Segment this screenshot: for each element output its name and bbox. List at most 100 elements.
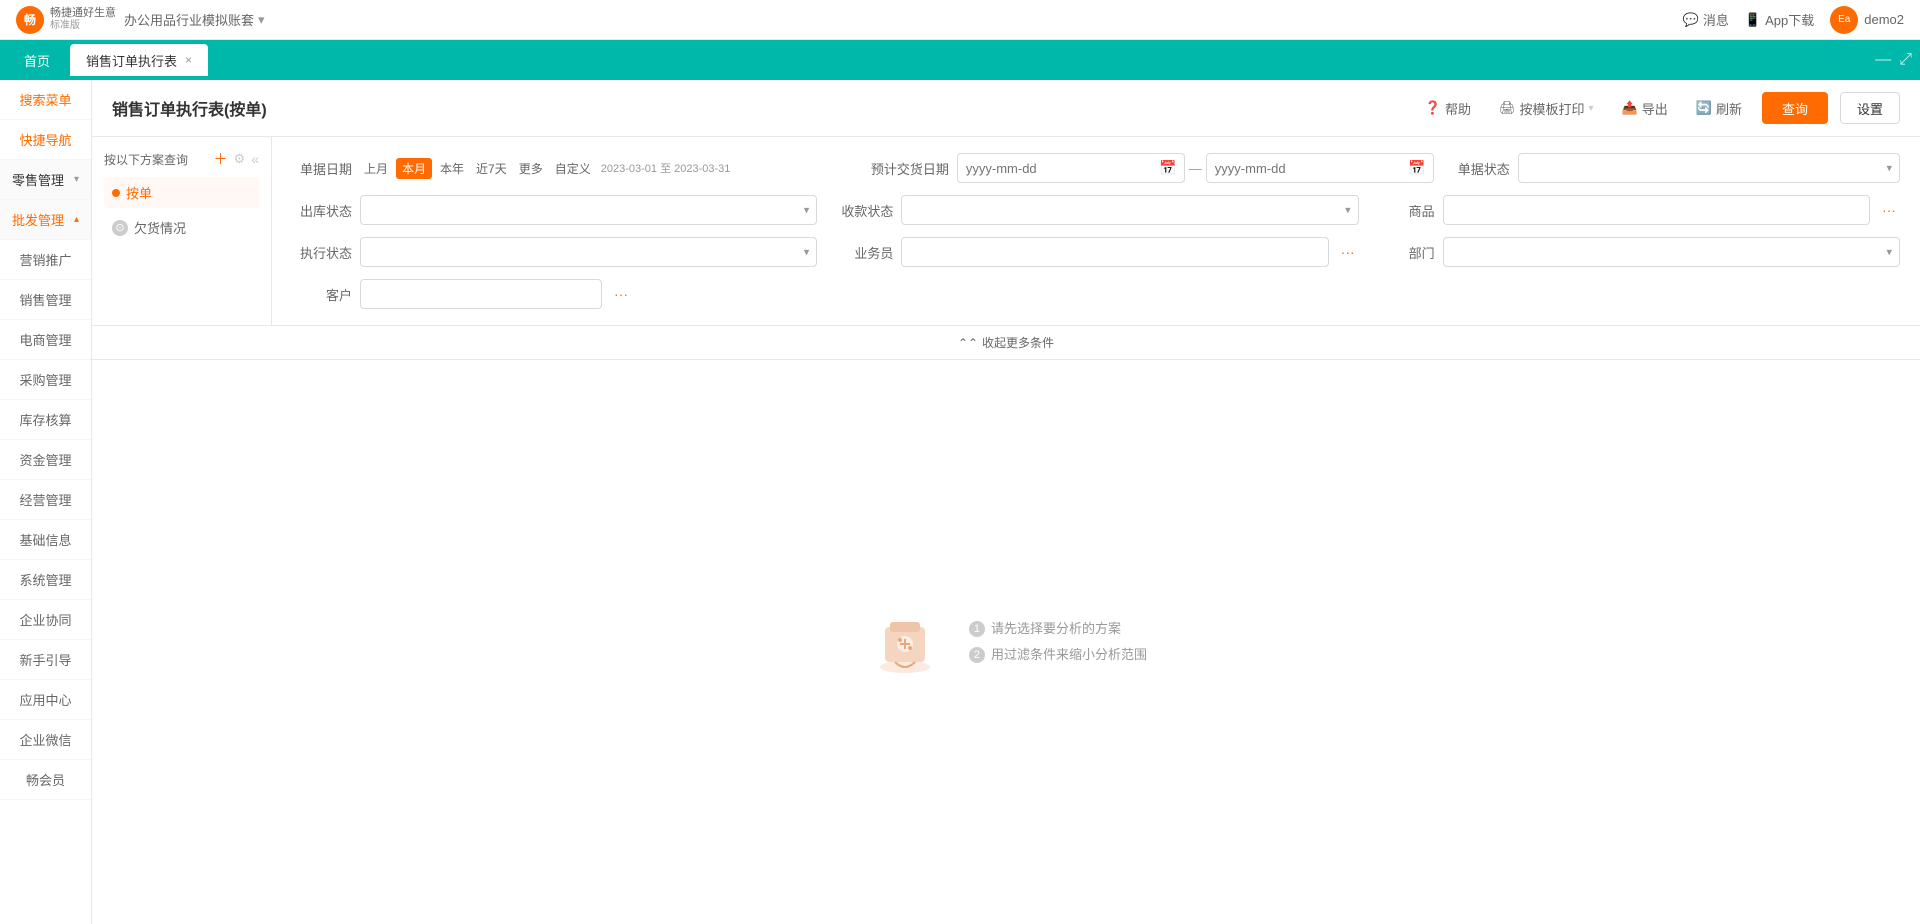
- sidebar-item-operation-mgmt[interactable]: 经营管理: [0, 480, 91, 520]
- tab-close-icon[interactable]: ×: [185, 53, 192, 67]
- sidebar-item-purchase-mgmt[interactable]: 采购管理: [0, 360, 91, 400]
- collection-status-field: 收款状态 ▾: [833, 195, 1358, 225]
- debt-label: 欠货情况: [134, 218, 186, 237]
- user-profile[interactable]: Ea demo2: [1830, 6, 1904, 34]
- sidebar-item-search-menu[interactable]: 搜索菜单: [0, 80, 91, 120]
- search-btn[interactable]: 查询: [1762, 92, 1828, 124]
- shortcut-last-7days[interactable]: 近7天: [472, 158, 511, 179]
- sidebar-item-enterprise-wechat[interactable]: 企业微信: [0, 720, 91, 760]
- print-label: 按模板打印: [1520, 99, 1585, 118]
- execution-status-field: 执行状态 ▾: [292, 237, 817, 267]
- status-select-wrap: ▾: [1518, 153, 1900, 183]
- debt-icon: ⊙: [115, 221, 124, 234]
- export-icon: 📤: [1622, 100, 1638, 116]
- print-btn[interactable]: 🖨 按模板打印 ▾: [1491, 95, 1602, 122]
- sidebar-item-member[interactable]: 畅会员: [0, 760, 91, 800]
- salesperson-input[interactable]: [901, 237, 1328, 267]
- status-select[interactable]: [1518, 153, 1900, 183]
- department-select[interactable]: [1443, 237, 1900, 267]
- settings-btn[interactable]: 设置: [1840, 92, 1900, 124]
- sidebar-item-enterprise-collab[interactable]: 企业协同: [0, 600, 91, 640]
- shipment-status-field: 出库状态 ▾: [292, 195, 817, 225]
- sidebar-item-quick-nav[interactable]: 快捷导航: [0, 120, 91, 160]
- message-label: 消息: [1703, 10, 1729, 29]
- help-btn[interactable]: ❓ 帮助: [1417, 95, 1479, 122]
- app-download-action[interactable]: 📱 App下载: [1745, 10, 1814, 29]
- enterprise-collab-label: 企业协同: [19, 610, 71, 629]
- shipment-status-label: 出库状态: [292, 201, 352, 220]
- breadcrumb-text: 办公用品行业模拟账套: [124, 10, 254, 29]
- breadcrumb-dropdown-icon[interactable]: ▾: [258, 12, 265, 28]
- user-avatar: Ea: [1830, 6, 1858, 34]
- sidebar-item-marketing-promo[interactable]: 营销推广: [0, 240, 91, 280]
- sidebar-item-app-center[interactable]: 应用中心: [0, 680, 91, 720]
- collapse-scheme-icon[interactable]: «: [251, 151, 259, 167]
- shortcut-last-month[interactable]: 上月: [360, 158, 392, 179]
- expected-date-start-wrap: 📅: [957, 153, 1185, 183]
- goods-field: 商品 ···: [1375, 195, 1900, 225]
- sidebar-item-wholesale-mgmt[interactable]: 批发管理 ▴: [0, 200, 91, 240]
- date-separator: —: [1189, 161, 1202, 176]
- shortcut-custom[interactable]: 自定义: [551, 158, 595, 179]
- content-area: 销售订单执行表(按单) ❓ 帮助 🖨 按模板打印 ▾ 📤 导出 🔄 刷新: [92, 80, 1920, 924]
- execution-status-select[interactable]: [360, 237, 817, 267]
- goods-input[interactable]: [1443, 195, 1870, 225]
- sidebar-item-inventory-check[interactable]: 库存核算: [0, 400, 91, 440]
- expected-date-field: 预计交货日期 📅 — 📅: [871, 153, 1434, 183]
- tab-minimize-btn[interactable]: —: [1875, 51, 1891, 69]
- salesperson-dots-btn[interactable]: ···: [1337, 244, 1359, 260]
- shortcut-current-year[interactable]: 本年: [436, 158, 468, 179]
- export-btn[interactable]: 📤 导出: [1614, 95, 1676, 122]
- sidebar-item-sales-mgmt[interactable]: 销售管理: [0, 280, 91, 320]
- shortcut-current-month[interactable]: 本月: [396, 158, 432, 179]
- tip-item-1: 1 请先选择要分析的方案: [969, 616, 1147, 642]
- sidebar-item-basic-info[interactable]: 基础信息: [0, 520, 91, 560]
- logo-area: 畅 畅捷通好生意 标准版: [16, 6, 116, 34]
- sidebar-item-ecommerce-mgmt[interactable]: 电商管理: [0, 320, 91, 360]
- ecommerce-mgmt-label: 电商管理: [19, 330, 71, 349]
- tab-bar: 首页 销售订单执行表 × — ⤢: [0, 40, 1920, 80]
- order-date-field: 单据日期 上月 本月 本年 近7天 更多 自定义 2023-03-01 至 20…: [292, 158, 855, 179]
- tab-home[interactable]: 首页: [8, 44, 66, 76]
- logo-abbr: 畅: [24, 11, 36, 28]
- debt-item[interactable]: ⊙ 欠货情况: [104, 212, 259, 243]
- scheme-item-by-order[interactable]: 按单: [104, 177, 259, 208]
- page-actions: ❓ 帮助 🖨 按模板打印 ▾ 📤 导出 🔄 刷新 查询 设置: [1417, 92, 1900, 124]
- collapse-bar[interactable]: ⌃⌃ 收起更多条件: [92, 326, 1920, 360]
- message-action[interactable]: 💬 消息: [1683, 10, 1729, 29]
- sidebar-item-system-mgmt[interactable]: 系统管理: [0, 560, 91, 600]
- filter-row-1: 单据日期 上月 本月 本年 近7天 更多 自定义 2023-03-01 至 20…: [292, 153, 1900, 183]
- collection-status-select[interactable]: [901, 195, 1358, 225]
- customer-input[interactable]: [360, 279, 602, 309]
- purchase-mgmt-label: 采购管理: [19, 370, 71, 389]
- goods-label: 商品: [1375, 201, 1435, 220]
- status-label: 单据状态: [1450, 159, 1510, 178]
- edit-scheme-icon[interactable]: ⚙: [234, 151, 246, 167]
- sidebar-item-finance-mgmt[interactable]: 资金管理: [0, 440, 91, 480]
- top-bar-right: 💬 消息 📱 App下载 Ea demo2: [1683, 6, 1904, 34]
- filter-scheme-actions: ＋ ⚙ «: [214, 149, 259, 169]
- order-date-label: 单据日期: [292, 159, 352, 178]
- member-label: 畅会员: [26, 770, 65, 789]
- refresh-btn[interactable]: 🔄 刷新: [1688, 95, 1750, 122]
- logo-subtext: 标准版: [50, 20, 116, 32]
- sidebar-item-retail-mgmt[interactable]: 零售管理 ▾: [0, 160, 91, 200]
- shipment-status-select[interactable]: [360, 195, 817, 225]
- tab-maximize-btn[interactable]: ⤢: [1899, 51, 1912, 69]
- tip-item-2: 2 用过滤条件来缩小分析范围: [969, 642, 1147, 668]
- tab-sales-order[interactable]: 销售订单执行表 ×: [70, 44, 208, 76]
- customer-dots-btn[interactable]: ···: [610, 286, 632, 302]
- goods-dots-btn[interactable]: ···: [1878, 202, 1900, 218]
- export-label: 导出: [1642, 99, 1668, 118]
- shortcut-more[interactable]: 更多: [515, 158, 547, 179]
- add-scheme-icon[interactable]: ＋: [214, 149, 228, 169]
- execution-status-label: 执行状态: [292, 243, 352, 262]
- expected-date-end[interactable]: [1206, 153, 1434, 183]
- sidebar-item-new-guide[interactable]: 新手引导: [0, 640, 91, 680]
- scheme-by-order-label: 按单: [126, 183, 152, 202]
- expected-date-start[interactable]: [957, 153, 1185, 183]
- help-icon: ❓: [1425, 100, 1441, 116]
- collection-status-label: 收款状态: [833, 201, 893, 220]
- department-field: 部门 ▾: [1375, 237, 1900, 267]
- retail-mgmt-arrow: ▾: [74, 174, 79, 185]
